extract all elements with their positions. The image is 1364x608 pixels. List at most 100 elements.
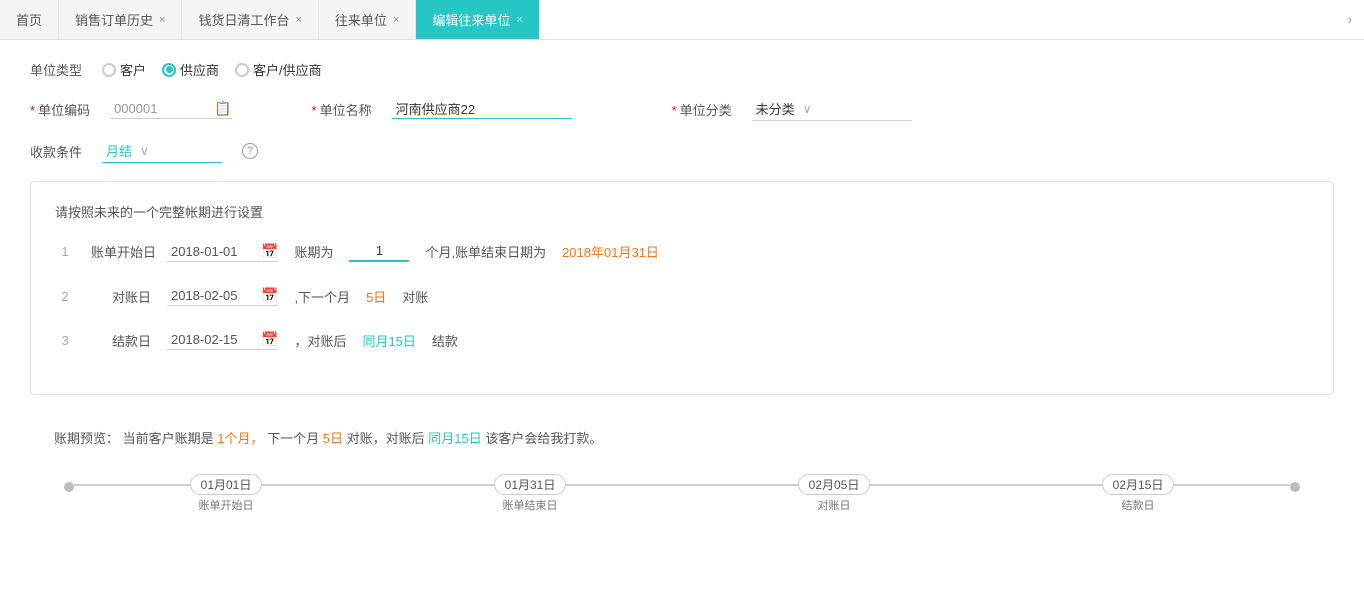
timeline-node-2-caption: 账单结束日 [503,497,558,513]
unit-info-row: *单位编码 📋 *单位名称 *单位分类 未分类 ∨ [30,97,1334,121]
row-1-highlight: 2018年01月31日 [562,242,659,261]
timeline-node-1: 01月01日 账单开始日 [74,474,378,513]
timeline-node-1-pill: 01月01日 [190,474,263,495]
tab-edit-partner-close[interactable]: × [516,14,522,26]
preview-highlight1: 1个月， [217,431,263,446]
radio-customer[interactable]: 客户 [102,60,146,79]
radio-supplier[interactable]: 供应商 [162,60,219,79]
unit-type-row: 单位类型 客户 供应商 客户/供应商 [30,60,1334,79]
radio-both-circle [235,63,249,77]
timeline-line-4a [986,484,1102,486]
payment-label: 收款条件 [30,142,82,161]
row-1-desc-suffix: 个月,账单结束日期为 [425,242,546,261]
timeline-line-3a [682,484,798,486]
timeline-left-dot [64,482,74,492]
timeline-node-1-caption: 账单开始日 [199,497,254,513]
unit-type-label: 单位类型 [30,60,82,79]
timeline-node-4-caption: 结款日 [1122,497,1155,513]
settings-title: 请按照未来的一个完整帐期进行设置 [55,202,1309,221]
payment-chevron-icon: ∨ [140,144,149,158]
row-3-highlight: 同月15日 [362,331,415,350]
timeline-node-3-pill: 02月05日 [798,474,871,495]
unit-code-input-group: 📋 [110,99,231,119]
main-content: 单位类型 客户 供应商 客户/供应商 *单位编码 📋 *单位名 [0,40,1364,608]
timeline-left-end [64,482,74,492]
tab-home[interactable]: 首页 [0,0,59,39]
row-2-desc-prefix: ,下一个月 [294,287,350,306]
row-1-period-input[interactable] [349,241,409,262]
row-1-label: 账单开始日 [91,242,151,261]
tab-edit-partner[interactable]: 编辑往来单位 × [416,0,539,39]
setting-row-1: 1 账单开始日 📅 账期为 个月,账单结束日期为 2018年01月31日 [55,241,1309,262]
preview-label: 账期预览： [54,431,119,446]
unit-code-input[interactable] [110,99,210,118]
timeline-line-3b [870,484,986,486]
tab-edit-partner-label: 编辑往来单位 [432,10,510,29]
tab-sales-history[interactable]: 销售订单历史 × [59,0,182,39]
unit-category-star: * [672,103,677,118]
tab-cashflow-label: 钱货日清工作台 [198,10,289,29]
tab-cashflow[interactable]: 钱货日清工作台 × [182,0,318,39]
unit-code-star: * [30,103,35,118]
payment-value: 月结 [102,139,136,162]
row-1-num: 1 [55,244,75,259]
row-1-date-input[interactable] [167,242,257,261]
timeline-node-3-caption: 对账日 [818,497,851,513]
timeline-node-2: 01月31日 账单结束日 [378,474,682,513]
tab-more-button[interactable]: › [1336,0,1364,39]
timeline-right-end [1290,482,1300,492]
unit-name-label: *单位名称 [312,100,372,119]
timeline-line-1b [262,484,378,486]
row-3-calendar-icon[interactable]: 📅 [261,331,278,348]
radio-both-label: 客户/供应商 [253,60,322,79]
row-3-num: 3 [55,333,75,348]
preview-text-prefix: 当前客户账期是 [123,431,214,446]
radio-both[interactable]: 客户/供应商 [235,60,322,79]
preview-highlight2: 5日 [323,431,343,446]
timeline-line-2b [566,484,682,486]
row-3-date-input[interactable] [167,330,257,349]
tab-partners[interactable]: 往来单位 × [319,0,416,39]
row-2-num: 2 [55,289,75,304]
tab-partners-close[interactable]: × [393,14,399,26]
row-3-desc-suffix: 结款 [432,331,458,350]
unit-type-radio-group: 客户 供应商 客户/供应商 [102,60,322,79]
tab-sales-history-label: 销售订单历史 [75,10,153,29]
timeline-node-1-line-row: 01月01日 [74,474,378,495]
row-2-label: 对账日 [91,287,151,306]
timeline-line-4b [1174,484,1290,486]
unit-name-input[interactable] [392,99,572,119]
timeline-right-dot [1290,482,1300,492]
row-2-date-input[interactable] [167,286,257,305]
payment-row: 收款条件 月结 ∨ ? [30,139,1334,163]
radio-supplier-label: 供应商 [180,60,219,79]
unit-category-select[interactable]: 未分类 ∨ [752,97,912,121]
radio-supplier-circle [162,63,176,77]
row-1-calendar-icon[interactable]: 📅 [261,243,278,260]
timeline-node-2-pill: 01月31日 [494,474,567,495]
tab-sales-history-close[interactable]: × [159,14,165,26]
timeline-node-2-line-row: 01月31日 [378,474,682,495]
preview-section: 账期预览： 当前客户账期是 1个月， 下一个月 5日 对账，对账后 同月15日 … [30,411,1334,529]
radio-customer-label: 客户 [120,60,146,79]
tab-bar: 首页 销售订单历史 × 钱货日清工作台 × 往来单位 × 编辑往来单位 × › [0,0,1364,40]
row-2-calendar-icon[interactable]: 📅 [261,287,278,304]
unit-code-icon[interactable]: 📋 [214,100,231,117]
payment-select[interactable]: 月结 ∨ [102,139,222,163]
category-chevron-icon: ∨ [803,102,812,116]
row-1-desc-prefix: 账期为 [294,242,333,261]
row-3-label: 结款日 [91,331,151,350]
row-3-desc-prefix: ，对账后 [294,331,346,350]
tab-home-label: 首页 [16,10,42,29]
row-1-date-group: 📅 [167,242,278,262]
row-2-date-group: 📅 [167,286,278,306]
preview-text-mid1: 下一个月 [267,431,319,446]
timeline-node-4-pill: 02月15日 [1102,474,1175,495]
tab-partners-label: 往来单位 [335,10,387,29]
payment-help-icon[interactable]: ? [242,143,258,159]
tab-cashflow-close[interactable]: × [295,14,301,26]
preview-text: 账期预览： 当前客户账期是 1个月， 下一个月 5日 对账，对账后 同月15日 … [54,427,1310,450]
preview-text-mid2: 对账，对账后 [347,431,425,446]
setting-row-2: 2 对账日 📅 ,下一个月 5日 对账 [55,286,1309,306]
timeline: 01月01日 账单开始日 01月31日 账单结束日 02月05日 [54,474,1310,513]
